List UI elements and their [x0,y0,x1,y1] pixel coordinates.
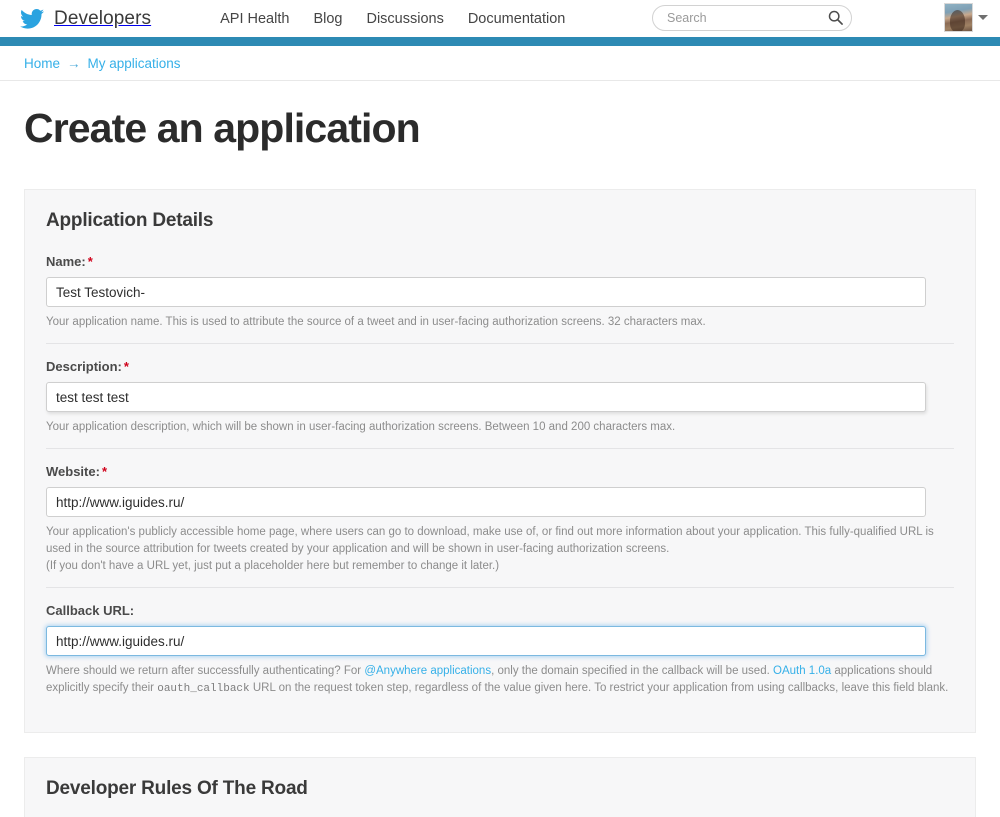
application-details-heading: Application Details [46,210,214,231]
search-input[interactable] [652,5,852,31]
page-title: Create an application [24,105,421,151]
description-help-text: Your application description, which will… [46,421,676,433]
application-details-card: Application Details Name:* Your applicat… [24,189,976,733]
field-callback-url: Callback URL: Where should we return aft… [46,587,954,710]
description-input[interactable] [46,382,926,412]
field-website: Website:* Your application's publicly ac… [46,448,954,587]
accent-bar [0,37,1000,46]
primary-nav: API Health Blog Discussions Documentatio… [220,11,565,27]
website-help-line-2: the source attribution for tweets create… [86,543,670,555]
breadcrumb-separator-icon: → [67,55,81,71]
website-help-line-3: (If you don't have a URL yet, just put a… [46,560,500,572]
nav-item-blog[interactable]: Blog [313,11,342,27]
website-required-mark: * [101,464,107,479]
website-label-text: Website: [46,464,100,479]
callback-help-part-1: Where should we return after successfull… [46,665,365,677]
callback-url-input[interactable] [46,626,926,656]
developer-rules-card: Developer Rules Of The Road Last Update:… [24,757,976,817]
account-menu[interactable] [944,3,988,32]
avatar[interactable] [944,3,973,32]
search-icon[interactable] [828,10,843,25]
name-label-text: Name: [46,254,86,269]
field-name: Name:* Your application name. This is us… [46,254,954,343]
name-label: Name: * [46,254,954,269]
breadcrumb: Home → My applications [0,46,1000,81]
description-label-text: Description: [46,359,122,374]
top-navigation-bar: Developers API Health Blog Discussions D… [0,0,1000,37]
website-help-text: Your application's publicly accessible h… [46,524,954,575]
name-input[interactable] [46,277,926,307]
name-required-mark: * [87,254,93,269]
search-box [652,5,852,31]
anywhere-applications-link[interactable]: @Anywhere applications [364,665,491,677]
oauth-1-0a-link[interactable]: OAuth 1.0a [773,665,831,677]
brand-name: Developers [54,7,152,29]
nav-item-api-health[interactable]: API Health [220,11,289,27]
description-label: Description: * [46,359,954,374]
name-help-text: Your application name. This is used to a… [46,316,706,328]
developer-rules-heading: Developer Rules Of The Road [46,778,308,799]
description-required-mark: * [123,359,129,374]
nav-item-documentation[interactable]: Documentation [468,11,566,27]
breadcrumb-home[interactable]: Home [24,56,60,71]
field-description: Description:* Your application descripti… [46,343,954,448]
website-label: Website: * [46,464,954,479]
callback-help-part-2: , only the domain specified in the callb… [491,665,773,677]
chevron-down-icon[interactable] [978,15,988,20]
callback-url-label: Callback URL: [46,603,954,618]
brand-logo-link[interactable]: Developers [20,8,151,30]
breadcrumb-my-applications[interactable]: My applications [88,56,181,71]
nav-item-discussions[interactable]: Discussions [366,11,443,27]
oauth-callback-code: oauth_callback [157,683,250,695]
website-input[interactable] [46,487,926,517]
twitter-bird-icon [20,8,44,29]
callback-help-part-4: URL on the request token step, regardles… [249,682,949,694]
callback-url-label-text: Callback URL: [46,603,135,618]
callback-url-help-text: Where should we return after successfull… [46,663,954,698]
